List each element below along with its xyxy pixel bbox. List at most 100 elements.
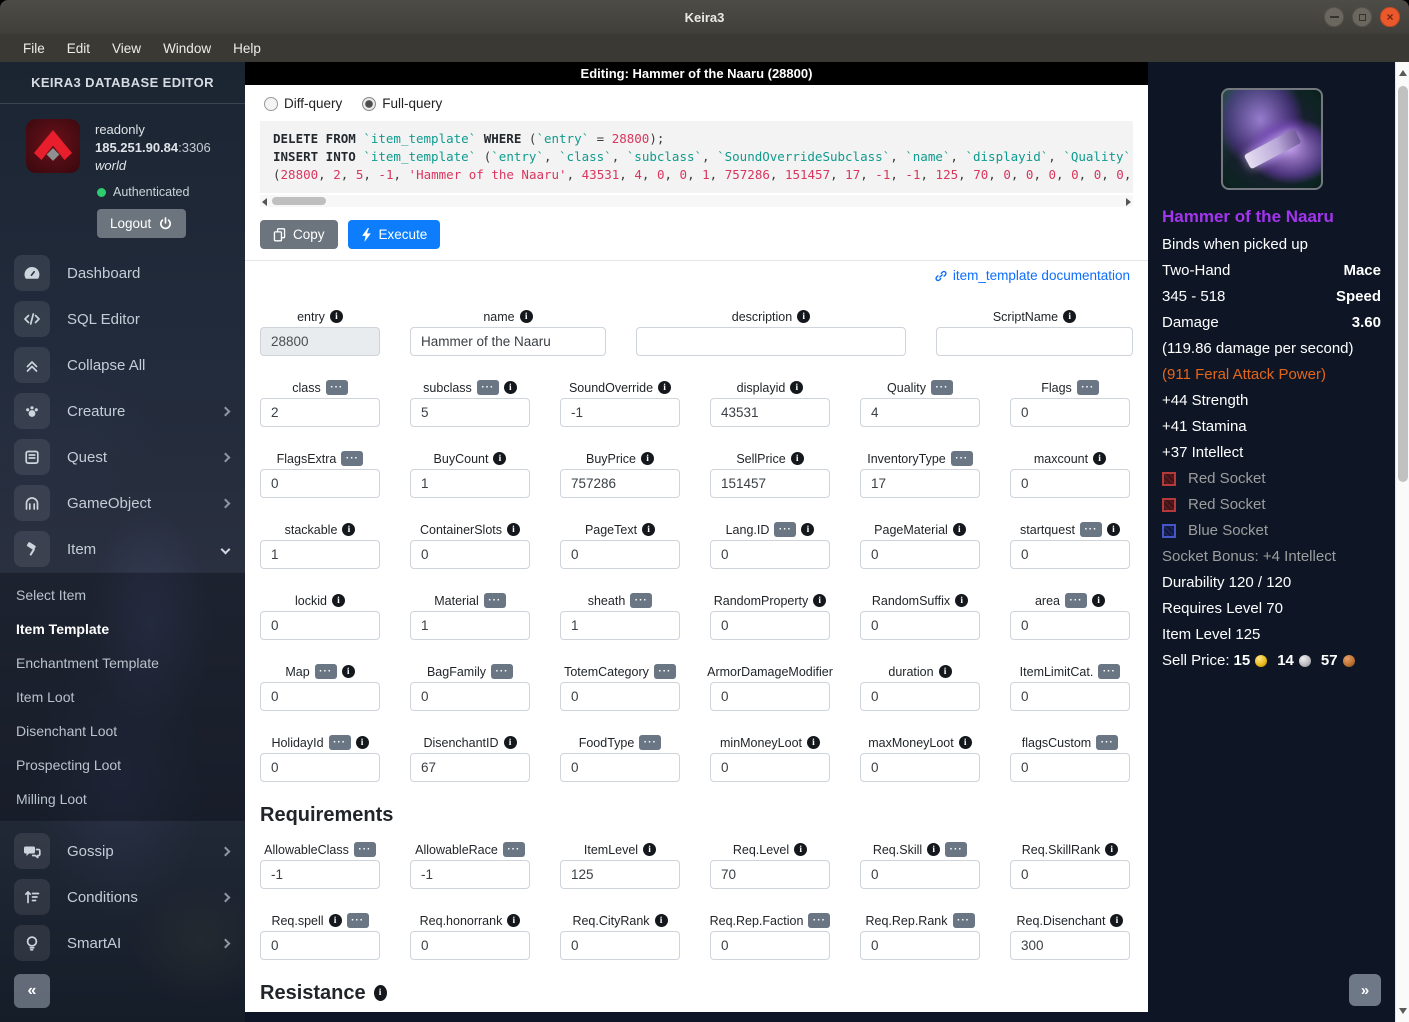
req-skillrank-input[interactable] <box>1010 860 1130 889</box>
req-cityrank-input[interactable] <box>560 931 680 960</box>
flag-selector-button[interactable] <box>491 664 513 679</box>
submenu-item-item-loot[interactable]: Item Loot <box>0 680 245 714</box>
flag-selector-button[interactable] <box>315 664 337 679</box>
flag-selector-button[interactable] <box>1065 593 1087 608</box>
flag-selector-button[interactable] <box>1077 380 1099 395</box>
query-mode-diff-query[interactable]: Diff-query <box>264 96 342 111</box>
flag-selector-button[interactable] <box>1080 522 1102 537</box>
description-input[interactable] <box>636 327 906 356</box>
lang-id-input[interactable] <box>710 540 830 569</box>
holidayid-input[interactable] <box>260 753 380 782</box>
sql-horizontal-scrollbar[interactable] <box>260 195 1133 207</box>
scroll-up-icon[interactable] <box>1399 70 1407 76</box>
allowablerace-input[interactable] <box>410 860 530 889</box>
copy-button[interactable]: Copy <box>260 220 338 249</box>
submenu-item-enchantment-template[interactable]: Enchantment Template <box>0 646 245 680</box>
sidebar-collapse-button[interactable]: « <box>14 974 50 1008</box>
flag-selector-button[interactable] <box>484 593 506 608</box>
buyprice-input[interactable] <box>560 469 680 498</box>
logout-button[interactable]: Logout <box>97 209 186 238</box>
flag-selector-button[interactable] <box>354 842 376 857</box>
scroll-left-icon[interactable] <box>262 198 267 206</box>
bagfamily-input[interactable] <box>410 682 530 711</box>
subclass-input[interactable] <box>410 398 530 427</box>
foodtype-input[interactable] <box>560 753 680 782</box>
submenu-item-milling-loot[interactable]: Milling Loot <box>0 782 245 816</box>
menu-item-window[interactable]: Window <box>152 37 222 60</box>
stackable-input[interactable] <box>260 540 380 569</box>
req-spell-input[interactable] <box>260 931 380 960</box>
flagscustom-input[interactable] <box>1010 753 1130 782</box>
sidebar-item-item[interactable]: Item <box>0 526 245 572</box>
itemlimitcat--input[interactable] <box>1010 682 1130 711</box>
flag-selector-button[interactable] <box>326 380 348 395</box>
submenu-item-prospecting-loot[interactable]: Prospecting Loot <box>0 748 245 782</box>
minmoneyloot-input[interactable] <box>710 753 830 782</box>
menu-item-edit[interactable]: Edit <box>56 37 101 60</box>
execute-button[interactable]: Execute <box>348 220 441 249</box>
menu-item-view[interactable]: View <box>101 37 152 60</box>
map-input[interactable] <box>260 682 380 711</box>
req-level-input[interactable] <box>710 860 830 889</box>
query-mode-full-query[interactable]: Full-query <box>362 96 442 111</box>
submenu-item-disenchant-loot[interactable]: Disenchant Loot <box>0 714 245 748</box>
flag-selector-button[interactable] <box>1096 735 1118 750</box>
totemcategory-input[interactable] <box>560 682 680 711</box>
sidebar-item-smartai[interactable]: SmartAI <box>0 920 245 966</box>
flag-selector-button[interactable] <box>347 913 369 928</box>
disenchantid-input[interactable] <box>410 753 530 782</box>
sidebar-item-quest[interactable]: Quest <box>0 434 245 480</box>
item-template-doc-link[interactable]: item_template documentation <box>934 268 1130 283</box>
class-input[interactable] <box>260 398 380 427</box>
scriptname-input[interactable] <box>936 327 1133 356</box>
pagetext-input[interactable] <box>560 540 680 569</box>
panel-expand-button[interactable]: » <box>1349 974 1381 1006</box>
flag-selector-button[interactable] <box>639 735 661 750</box>
soundoverride-input[interactable] <box>560 398 680 427</box>
flagsextra-input[interactable] <box>260 469 380 498</box>
flag-selector-button[interactable] <box>808 913 830 928</box>
flag-selector-button[interactable] <box>774 522 796 537</box>
armordamagemodifier-input[interactable] <box>710 682 830 711</box>
sidebar-item-sql-editor[interactable]: SQL Editor <box>0 296 245 342</box>
sheath-input[interactable] <box>560 611 680 640</box>
minimize-button[interactable] <box>1324 7 1344 27</box>
flag-selector-button[interactable] <box>945 842 967 857</box>
inventorytype-input[interactable] <box>860 469 980 498</box>
sidebar-item-gossip[interactable]: Gossip <box>0 828 245 874</box>
displayid-input[interactable] <box>710 398 830 427</box>
sidebar-item-gameobject[interactable]: GameObject <box>0 480 245 526</box>
maxmoneyloot-input[interactable] <box>860 753 980 782</box>
sidebar-item-conditions[interactable]: Conditions <box>0 874 245 920</box>
pagematerial-input[interactable] <box>860 540 980 569</box>
entry-input[interactable] <box>260 327 380 356</box>
flag-selector-button[interactable] <box>329 735 351 750</box>
randomsuffix-input[interactable] <box>860 611 980 640</box>
sellprice-input[interactable] <box>710 469 830 498</box>
quality-input[interactable] <box>860 398 980 427</box>
req-rep-rank-input[interactable] <box>860 931 980 960</box>
scrollbar-thumb[interactable] <box>1398 86 1408 482</box>
sidebar-item-collapse-all[interactable]: Collapse All <box>0 342 245 388</box>
flag-selector-button[interactable] <box>630 593 652 608</box>
maxcount-input[interactable] <box>1010 469 1130 498</box>
menu-item-help[interactable]: Help <box>222 37 272 60</box>
scroll-right-icon[interactable] <box>1126 198 1131 206</box>
flag-selector-button[interactable] <box>341 451 363 466</box>
req-disenchant-input[interactable] <box>1010 931 1130 960</box>
allowableclass-input[interactable] <box>260 860 380 889</box>
req-honorrank-input[interactable] <box>410 931 530 960</box>
randomproperty-input[interactable] <box>710 611 830 640</box>
name-input[interactable] <box>410 327 606 356</box>
flag-selector-button[interactable] <box>951 451 973 466</box>
flag-selector-button[interactable] <box>953 913 975 928</box>
sql-query-view[interactable]: DELETE FROM `item_template` WHERE (`entr… <box>260 121 1133 193</box>
flag-selector-button[interactable] <box>477 380 499 395</box>
startquest-input[interactable] <box>1010 540 1130 569</box>
itemlevel-input[interactable] <box>560 860 680 889</box>
area-input[interactable] <box>1010 611 1130 640</box>
duration-input[interactable] <box>860 682 980 711</box>
scroll-down-icon[interactable] <box>1399 1008 1407 1014</box>
submenu-item-select-item[interactable]: Select Item <box>0 578 245 612</box>
vertical-scrollbar[interactable] <box>1395 62 1409 1022</box>
